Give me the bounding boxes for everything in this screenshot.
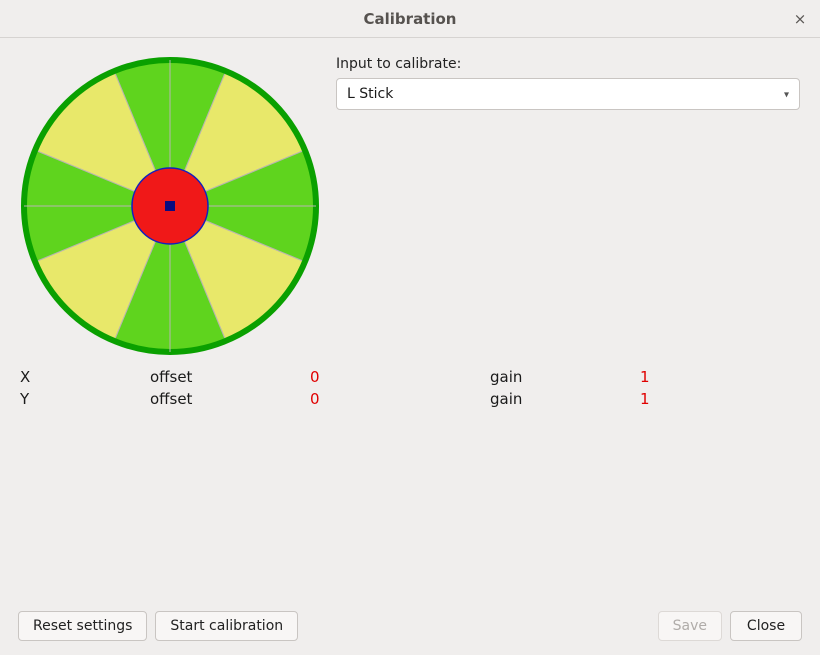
input-select-value: L Stick [347,86,393,102]
save-button: Save [658,611,722,641]
button-row: Reset settings Start calibration Save Cl… [0,601,820,655]
reset-settings-button[interactable]: Reset settings [18,611,147,641]
offset-label: offset [150,390,310,408]
input-to-calibrate-label: Input to calibrate: [336,56,800,74]
close-button[interactable]: Close [730,611,802,641]
calibration-wheel [20,56,320,356]
titlebar: Calibration × [0,0,820,38]
window-title: Calibration [364,10,457,28]
chevron-down-icon: ▾ [784,90,789,101]
axes-table: X offset 0 gain 1 Y offset 0 gain 1 [20,368,800,408]
offset-value: 0 [310,390,490,408]
gain-value: 1 [640,368,800,386]
input-select[interactable]: L Stick ▾ [336,78,800,110]
axis-name: Y [20,390,150,408]
offset-value: 0 [310,368,490,386]
gain-value: 1 [640,390,800,408]
close-icon[interactable]: × [792,11,808,27]
stick-cursor [165,201,175,211]
axis-name: X [20,368,150,386]
gain-label: gain [490,368,640,386]
gain-label: gain [490,390,640,408]
content-area: Input to calibrate: L Stick ▾ X offset 0… [0,38,820,601]
start-calibration-button[interactable]: Start calibration [155,611,298,641]
offset-label: offset [150,368,310,386]
